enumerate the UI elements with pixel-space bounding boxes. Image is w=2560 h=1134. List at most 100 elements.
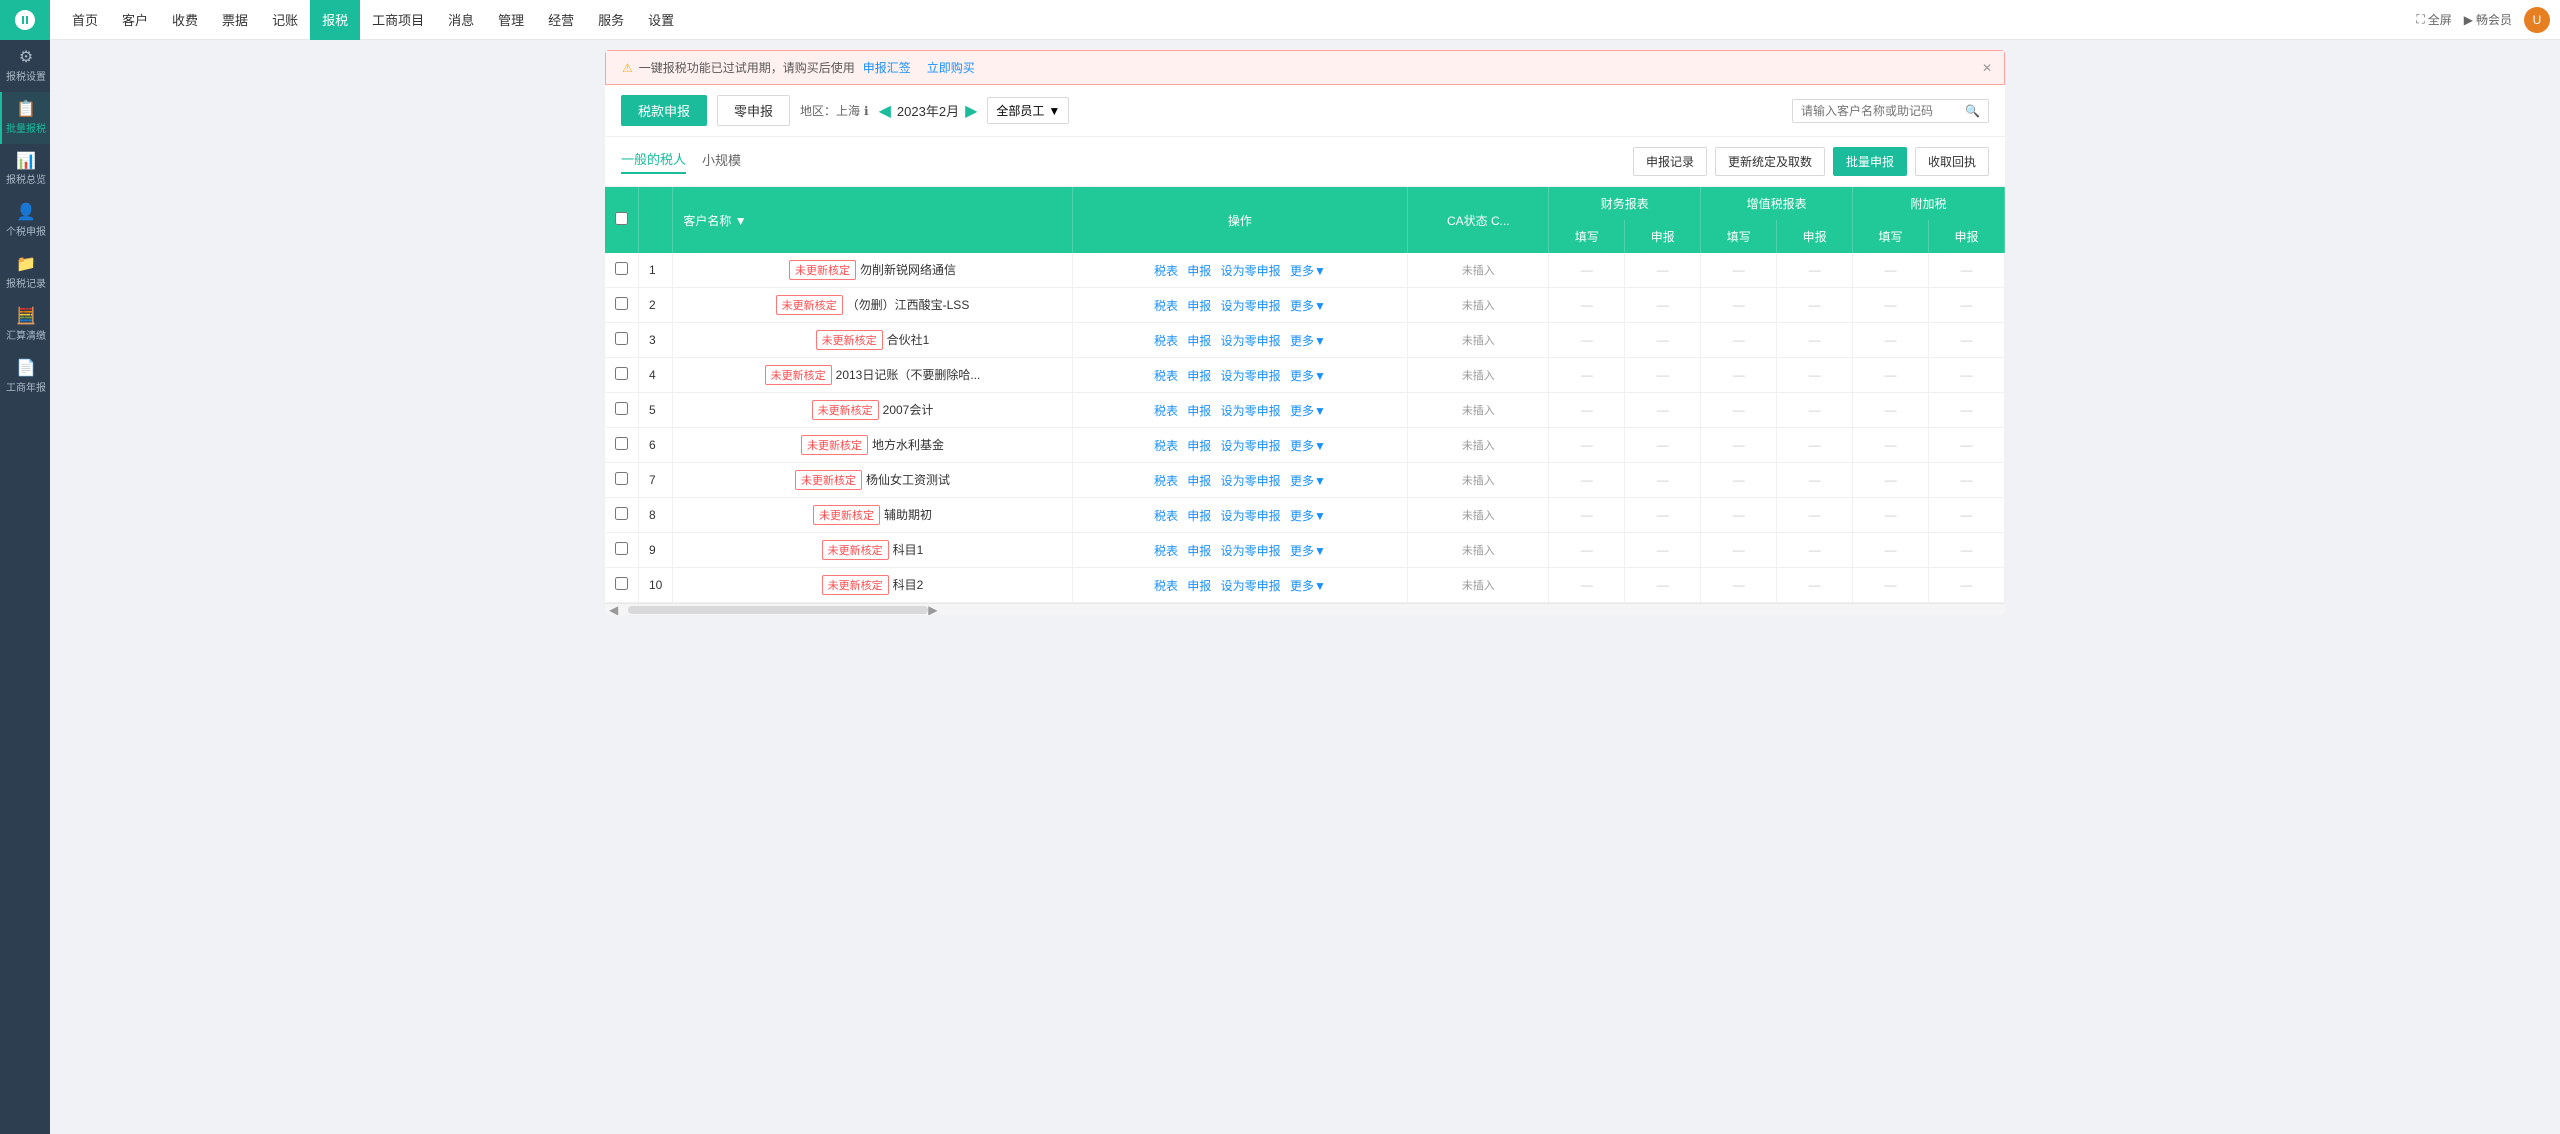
scroll-right-icon[interactable]: ▶ (928, 603, 937, 616)
nav-operation[interactable]: 经营 (536, 0, 586, 40)
op-more[interactable]: 更多▼ (1290, 439, 1326, 453)
op-more[interactable]: 更多▼ (1290, 474, 1326, 488)
op-more[interactable]: 更多▼ (1290, 264, 1326, 278)
row-checkbox[interactable] (615, 402, 628, 415)
row-add-rep: — (1929, 498, 2005, 533)
row-fin-rep: — (1625, 498, 1701, 533)
select-all-checkbox[interactable] (615, 212, 628, 225)
fullscreen-button[interactable]: ⛶ 全屏 (2416, 11, 2451, 28)
row-checkbox[interactable] (615, 262, 628, 275)
nav-industry[interactable]: 工商项目 (360, 0, 436, 40)
next-date-button[interactable]: ▶ (965, 101, 977, 121)
sidebar-item-tax-settings[interactable]: ⚙ 报税设置 (0, 40, 50, 92)
op-tax-form[interactable]: 税表 (1154, 334, 1178, 348)
op-zero-report[interactable]: 设为零申报 (1221, 474, 1281, 488)
row-checkbox[interactable] (615, 577, 628, 590)
row-checkbox[interactable] (615, 507, 628, 520)
horizontal-scrollbar[interactable] (628, 606, 928, 614)
op-tax-form[interactable]: 税表 (1154, 404, 1178, 418)
banner-link1[interactable]: 申报汇签 (863, 59, 911, 76)
sidebar-item-tax-records[interactable]: 📁 报税记录 (0, 247, 50, 299)
nav-invoice[interactable]: 票据 (210, 0, 260, 40)
op-more[interactable]: 更多▼ (1290, 509, 1326, 523)
zero-report-tab[interactable]: 零申报 (717, 95, 790, 126)
banner-link2[interactable]: 立即购买 (927, 59, 975, 76)
op-zero-report[interactable]: 设为零申报 (1221, 299, 1281, 313)
row-checkbox[interactable] (615, 367, 628, 380)
prev-date-button[interactable]: ◀ (879, 101, 891, 121)
op-zero-report[interactable]: 设为零申报 (1221, 439, 1281, 453)
op-zero-report[interactable]: 设为零申报 (1221, 544, 1281, 558)
close-icon[interactable]: ✕ (1982, 61, 1992, 75)
op-report[interactable]: 申报 (1187, 264, 1211, 278)
op-report[interactable]: 申报 (1187, 439, 1211, 453)
nav-settings[interactable]: 设置 (636, 0, 686, 40)
nav-service[interactable]: 服务 (586, 0, 636, 40)
op-report[interactable]: 申报 (1187, 579, 1211, 593)
op-zero-report[interactable]: 设为零申报 (1221, 404, 1281, 418)
op-zero-report[interactable]: 设为零申报 (1221, 334, 1281, 348)
nav-manage[interactable]: 管理 (486, 0, 536, 40)
row-num: 8 (639, 498, 673, 533)
sidebar-item-personal-tax[interactable]: 👤 个税申报 (0, 195, 50, 247)
sidebar-item-batch-tax[interactable]: 📋 批量报税 (0, 92, 50, 144)
nav-tax[interactable]: 报税 (310, 0, 360, 40)
sidebar-item-industry-report[interactable]: 📄 工商年报 (0, 351, 50, 403)
op-report[interactable]: 申报 (1187, 509, 1211, 523)
op-zero-report[interactable]: 设为零申报 (1221, 509, 1281, 523)
update-quota-button[interactable]: 更新统定及取数 (1715, 147, 1825, 176)
batch-report-button[interactable]: 批量申报 (1833, 147, 1907, 176)
nav-billing[interactable]: 收费 (160, 0, 210, 40)
sidebar-item-tax-overview[interactable]: 📊 报税总览 (0, 144, 50, 196)
row-checkbox[interactable] (615, 297, 628, 310)
op-more[interactable]: 更多▼ (1290, 299, 1326, 313)
op-report[interactable]: 申报 (1187, 544, 1211, 558)
sub-actions: 申报记录 更新统定及取数 批量申报 收取回执 (1633, 147, 1989, 176)
row-operations: 税表 申报 设为零申报 更多▼ (1072, 428, 1408, 463)
tab-general-taxpayer[interactable]: 一般的税人 (621, 149, 686, 174)
nav-accounting[interactable]: 记账 (260, 0, 310, 40)
table-row: 1 未更新核定勿削新锐网络通信 税表 申报 设为零申报 更多▼ 未插入 — — … (605, 253, 2005, 288)
op-tax-form[interactable]: 税表 (1154, 474, 1178, 488)
nav-customer[interactable]: 客户 (110, 0, 160, 40)
op-more[interactable]: 更多▼ (1290, 334, 1326, 348)
sidebar-item-calc-clear[interactable]: 🧮 汇算清缴 (0, 299, 50, 351)
op-zero-report[interactable]: 设为零申报 (1221, 579, 1281, 593)
op-tax-form[interactable]: 税表 (1154, 509, 1178, 523)
scroll-left-icon[interactable]: ◀ (609, 603, 618, 616)
search-input[interactable] (1801, 104, 1961, 118)
op-tax-form[interactable]: 税表 (1154, 544, 1178, 558)
op-tax-form[interactable]: 税表 (1154, 264, 1178, 278)
nav-home[interactable]: 首页 (60, 0, 110, 40)
withdraw-button[interactable]: 收取回执 (1915, 147, 1989, 176)
op-more[interactable]: 更多▼ (1290, 579, 1326, 593)
op-tax-form[interactable]: 税表 (1154, 369, 1178, 383)
op-report[interactable]: 申报 (1187, 334, 1211, 348)
op-more[interactable]: 更多▼ (1290, 404, 1326, 418)
op-more[interactable]: 更多▼ (1290, 544, 1326, 558)
row-fin-rep: — (1625, 253, 1701, 288)
tab-small-scale[interactable]: 小规模 (702, 150, 741, 173)
op-report[interactable]: 申报 (1187, 299, 1211, 313)
th-num (639, 187, 673, 253)
op-tax-form[interactable]: 税表 (1154, 579, 1178, 593)
row-checkbox[interactable] (615, 437, 628, 450)
op-tax-form[interactable]: 税表 (1154, 299, 1178, 313)
op-more[interactable]: 更多▼ (1290, 369, 1326, 383)
row-checkbox[interactable] (615, 332, 628, 345)
report-records-button[interactable]: 申报记录 (1633, 147, 1707, 176)
nav-message[interactable]: 消息 (436, 0, 486, 40)
dept-select[interactable]: 全部员工 ▼ (987, 97, 1069, 124)
row-add-rep: — (1929, 253, 2005, 288)
op-zero-report[interactable]: 设为零申报 (1221, 369, 1281, 383)
op-zero-report[interactable]: 设为零申报 (1221, 264, 1281, 278)
sort-icon[interactable]: ▼ (735, 214, 747, 228)
op-report[interactable]: 申报 (1187, 474, 1211, 488)
op-tax-form[interactable]: 税表 (1154, 439, 1178, 453)
row-checkbox[interactable] (615, 542, 628, 555)
op-report[interactable]: 申报 (1187, 404, 1211, 418)
row-checkbox[interactable] (615, 472, 628, 485)
upgrade-button[interactable]: ▶ 畅会员 (2464, 11, 2512, 28)
op-report[interactable]: 申报 (1187, 369, 1211, 383)
tax-report-tab[interactable]: 税款申报 (621, 95, 707, 126)
